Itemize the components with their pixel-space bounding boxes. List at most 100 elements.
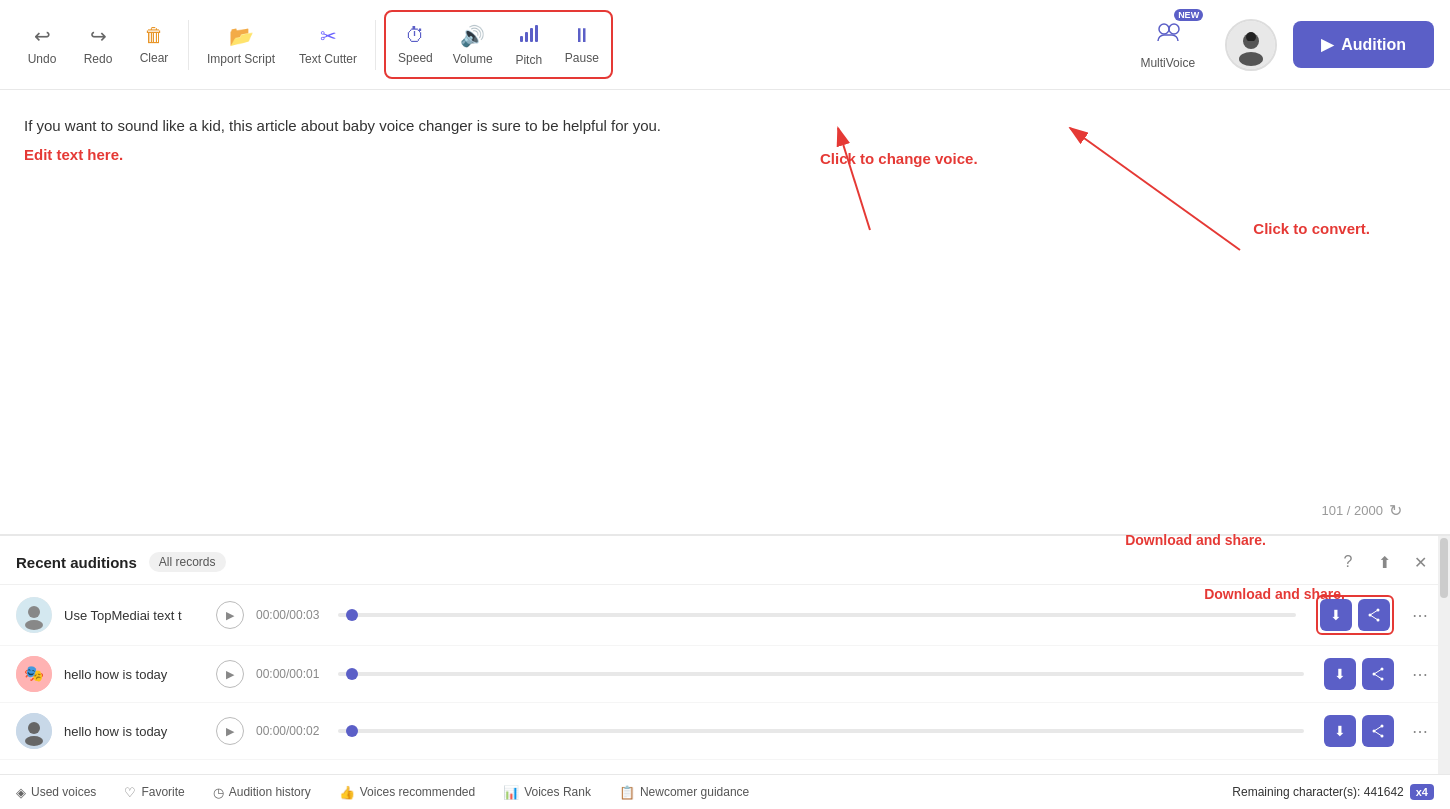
voices-recommended-item[interactable]: 👍 Voices recommended [339,785,475,800]
audio-row-3: hello how is today ▶ 00:00/00:02 ⬇ ⋯ [0,703,1450,760]
volume-icon: 🔊 [460,24,485,48]
time-3: 00:00/00:02 [256,724,326,738]
recent-title: Recent auditions [16,554,137,571]
audition-history-item[interactable]: ◷ Audition history [213,785,311,800]
row-name-2: hello how is today [64,667,204,682]
recent-panel: Recent auditions All records Download an… [0,535,1450,809]
play-button-3[interactable]: ▶ [216,717,244,745]
progress-dot-2[interactable] [346,668,358,680]
voices-rank-item[interactable]: 📊 Voices Rank [503,785,591,800]
download-button-1[interactable]: ⬇ [1320,599,1352,631]
svg-point-15 [25,620,43,630]
svg-point-8 [1239,52,1263,66]
voice-avatar[interactable] [1225,19,1277,71]
pause-icon: ⏸ [572,24,592,47]
favorite-item[interactable]: ♡ Favorite [124,785,184,800]
time-1: 00:00/00:03 [256,608,326,622]
divider [188,20,189,70]
time-2: 00:00/00:01 [256,667,326,681]
svg-point-5 [1169,24,1179,34]
used-voices-icon: ◈ [16,785,26,800]
newcomer-guidance-item[interactable]: 📋 Newcomer guidance [619,785,749,800]
heart-icon: ♡ [124,785,136,800]
svg-text:🎭: 🎭 [24,664,44,683]
svg-point-9 [1246,32,1256,42]
expand-button[interactable]: ⬆ [1370,548,1398,576]
svg-line-11 [838,128,870,230]
svg-point-14 [28,606,40,618]
editor-area: If you want to sound like a kid, this ar… [0,90,1450,535]
svg-line-19 [1370,610,1378,615]
edit-hint: Edit text here. [24,146,1426,163]
more-button-3[interactable]: ⋯ [1406,717,1434,745]
row-actions-3: ⬇ [1324,715,1394,747]
scrollbar-thumb[interactable] [1440,538,1448,598]
download-share-annotation: Download and share. [1125,532,1266,548]
refresh-icon[interactable]: ↻ [1389,501,1402,520]
svg-point-4 [1159,24,1169,34]
row-avatar-3 [16,713,52,749]
row-avatar-1 [16,597,52,633]
convert-annotation: Click to convert. [1253,220,1370,237]
volume-button[interactable]: 🔊 Volume [443,16,503,73]
multivoice-button[interactable]: NEW MultiVoice [1126,13,1209,76]
progress-bar-2[interactable] [338,672,1304,676]
share-button-1[interactable] [1358,599,1390,631]
download-button-3[interactable]: ⬇ [1324,715,1356,747]
play-button-1[interactable]: ▶ [216,601,244,629]
remaining-chars: Remaining character(s): 441642 x4 [1232,784,1434,800]
x4-badge: x4 [1410,784,1434,800]
progress-bar-3[interactable] [338,729,1304,733]
download-button-2[interactable]: ⬇ [1324,658,1356,690]
speed-icon: ⏱ [405,24,425,47]
row-name-1: Use TopMediai text t [64,608,204,623]
toolbar: ↩ Undo ↪ Redo 🗑 Clear 📂 Import Script ✂ … [0,0,1450,90]
svg-rect-0 [520,36,523,42]
header-actions: Download and share. ? ⬆ ✕ [1326,548,1434,576]
row-name-3: hello how is today [64,724,204,739]
pitch-icon [518,22,540,49]
text-cutter-button[interactable]: ✂ Text Cutter [289,18,367,72]
speed-button[interactable]: ⏱ Speed [388,16,443,73]
close-panel-button[interactable]: ✕ [1406,548,1434,576]
recent-header: Recent auditions All records Download an… [0,536,1450,585]
status-bar: ◈ Used voices ♡ Favorite ◷ Audition hist… [0,774,1450,809]
progress-dot-1[interactable] [346,609,358,621]
textcut-icon: ✂ [320,24,337,48]
clear-icon: 🗑 [144,24,164,47]
used-voices-item[interactable]: ◈ Used voices [16,785,96,800]
progress-bar-1[interactable] [338,613,1296,617]
share-button-2[interactable] [1362,658,1394,690]
row-avatar-2: 🎭 [16,656,52,692]
undo-button[interactable]: ↩ Undo [16,18,68,72]
multivoice-icon [1154,19,1182,52]
row-actions-2: ⬇ [1324,658,1394,690]
help-button[interactable]: ? [1334,548,1362,576]
pitch-button[interactable]: Pitch [503,16,555,73]
svg-line-26 [1374,669,1382,674]
redo-button[interactable]: ↪ Redo [72,18,124,72]
svg-line-34 [1374,726,1382,731]
pause-button[interactable]: ⏸ Pause [555,16,609,73]
import-icon: 📂 [229,24,254,48]
svg-line-20 [1370,615,1378,620]
more-button-2[interactable]: ⋯ [1406,660,1434,688]
more-button-1[interactable]: ⋯ [1406,601,1434,629]
svg-rect-3 [535,25,538,42]
progress-dot-3[interactable] [346,725,358,737]
audition-button[interactable]: ▶ Audition [1293,21,1434,68]
svg-rect-1 [525,32,528,42]
all-records-tab[interactable]: All records [149,552,226,572]
effects-group: ⏱ Speed 🔊 Volume Pitch ⏸ Pause [384,10,613,79]
char-count: 101 / 2000 ↻ [1322,501,1402,520]
clear-button[interactable]: 🗑 Clear [128,18,180,71]
scrollbar-track[interactable] [1438,536,1450,809]
row-actions-1: ⬇ [1316,595,1394,635]
import-script-button[interactable]: 📂 Import Script [197,18,285,72]
share-button-3[interactable] [1362,715,1394,747]
undo-icon: ↩ [34,24,51,48]
svg-rect-2 [530,28,533,42]
editor-text[interactable]: If you want to sound like a kid, this ar… [24,114,1426,138]
audition-play-icon: ▶ [1321,35,1333,54]
play-button-2[interactable]: ▶ [216,660,244,688]
